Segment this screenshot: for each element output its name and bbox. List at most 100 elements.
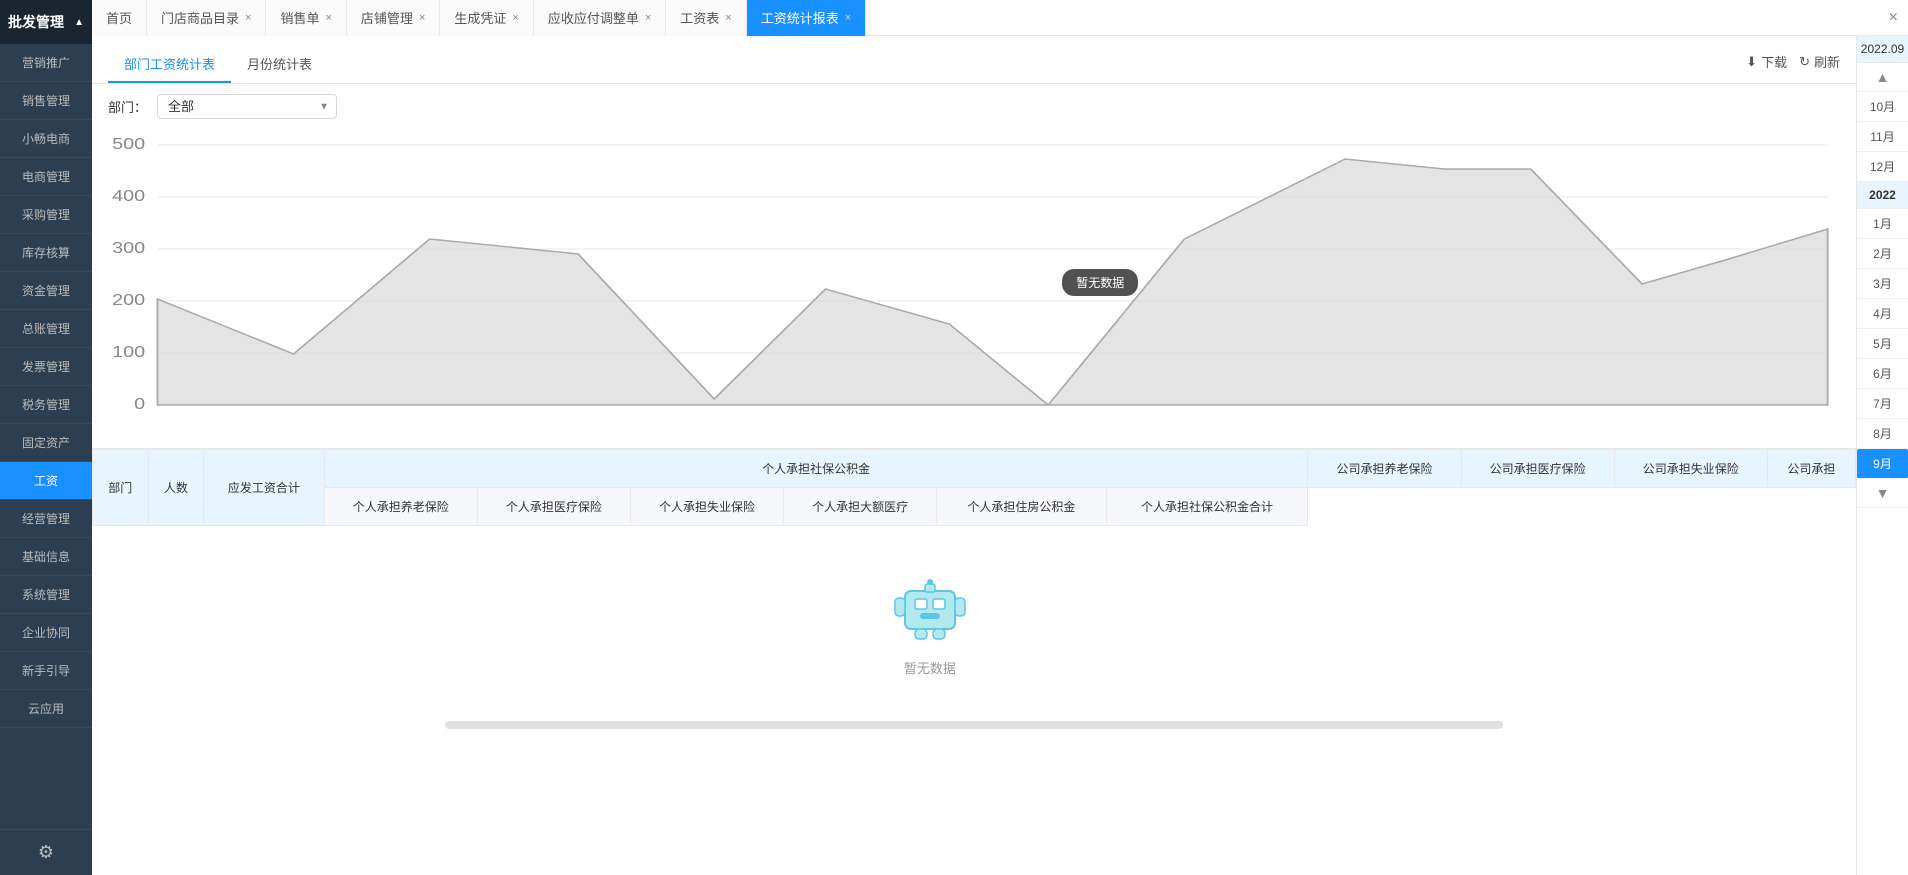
tab-生成凭证[interactable]: 生成凭证 × <box>440 0 533 36</box>
col-group-personal: 个人承担社保公积金 <box>324 450 1308 488</box>
date-month-jun[interactable]: 6月 <box>1857 359 1908 389</box>
table-empty-row: 暂无数据 <box>93 526 1856 718</box>
sidebar-item-新手引导[interactable]: 新手引导 <box>0 652 92 690</box>
date-month-dec[interactable]: 12月 <box>1857 152 1908 182</box>
col-company-more: 公司承担 <box>1767 450 1855 488</box>
sub-tab-部门工资统计表[interactable]: 部门工资统计表 <box>108 46 231 83</box>
download-button[interactable]: ⬇ 下载 <box>1746 52 1787 71</box>
download-icon: ⬇ <box>1746 54 1757 70</box>
tab-店铺管理[interactable]: 店铺管理 × <box>347 0 440 36</box>
col-personal-pension: 个人承担养老保险 <box>324 488 477 526</box>
col-company-unemployment: 公司承担失业保险 <box>1614 450 1767 488</box>
sidebar-item-库存核算[interactable]: 库存核算 <box>0 234 92 272</box>
date-month-jan[interactable]: 1月 <box>1857 209 1908 239</box>
tab-close-button[interactable]: × <box>512 12 518 24</box>
date-panel-header: 2022.09 <box>1857 36 1908 63</box>
chart-container: 500 400 300 200 100 0 <box>92 129 1856 448</box>
sidebar-item-云应用[interactable]: 云应用 <box>0 690 92 728</box>
date-scroll-up-button[interactable]: ▲ <box>1857 63 1908 92</box>
tab-close-button[interactable]: × <box>245 12 251 24</box>
date-month-nov[interactable]: 11月 <box>1857 122 1908 152</box>
refresh-button[interactable]: ↻ 刷新 <box>1799 52 1840 71</box>
tab-close-button[interactable]: × <box>325 12 331 24</box>
tab-close-button[interactable]: × <box>419 12 425 24</box>
sidebar-item-工资[interactable]: 工资 <box>0 462 92 500</box>
svg-text:400: 400 <box>112 187 145 205</box>
date-month-may[interactable]: 5月 <box>1857 329 1908 359</box>
date-month-feb[interactable]: 2月 <box>1857 239 1908 269</box>
tab-close-button[interactable]: × <box>645 12 651 24</box>
date-month-jul[interactable]: 7月 <box>1857 389 1908 419</box>
tab-首页[interactable]: 首页 <box>92 0 147 36</box>
date-month-aug[interactable]: 8月 <box>1857 419 1908 449</box>
col-company-medical: 公司承担医疗保险 <box>1461 450 1614 488</box>
sidebar-item-系统管理[interactable]: 系统管理 <box>0 576 92 614</box>
tab-close-button[interactable]: × <box>725 12 731 24</box>
sidebar-header[interactable]: 批发管理 ▲ <box>0 0 92 44</box>
date-month-oct[interactable]: 10月 <box>1857 92 1908 122</box>
svg-text:0: 0 <box>134 395 145 413</box>
date-panel: 2022.09 ▲ 10月 11月 12月 2022 1月 2月 3月 4月 5… <box>1856 36 1908 875</box>
sidebar-item-电商管理[interactable]: 电商管理 <box>0 158 92 196</box>
horizontal-scrollbar[interactable] <box>445 721 1503 729</box>
empty-state-cell: 暂无数据 <box>93 526 1768 718</box>
sidebar-item-营销推广[interactable]: 营销推广 <box>0 44 92 82</box>
sidebar-item-基础信息[interactable]: 基础信息 <box>0 538 92 576</box>
col-personal-total: 个人承担社保公积金合计 <box>1106 488 1308 526</box>
sidebar: 批发管理 ▲ 营销推广销售管理小畅电商电商管理采购管理库存核算资金管理总账管理发… <box>0 0 92 875</box>
department-select[interactable]: 全部 <box>157 94 337 119</box>
sidebar-title: 批发管理 <box>8 12 64 32</box>
content-area: 部门工资统计表月份统计表 ⬇ 下载 ↻ 刷新 部门： 全 <box>92 36 1908 875</box>
refresh-label: 刷新 <box>1814 52 1840 71</box>
col-personal-unemployment: 个人承担失业保险 <box>630 488 783 526</box>
date-scroll-down-button[interactable]: ▼ <box>1857 479 1908 508</box>
col-total-salary: 应发工资合计 <box>204 450 325 526</box>
department-filter-label: 部门： <box>108 97 147 116</box>
sidebar-item-固定资产[interactable]: 固定资产 <box>0 424 92 462</box>
table-sub-header-row: 个人承担养老保险 个人承担医疗保险 个人承担失业保险 个人承担大额医疗 个人承担… <box>93 488 1856 526</box>
data-table-container: 部门 人数 应发工资合计 个人承担社保公积金 公司承担养老保险 公司承担医疗保险… <box>92 448 1856 717</box>
tab-工资统计报表[interactable]: 工资统计报表 × <box>747 0 866 36</box>
date-year-2022[interactable]: 2022 <box>1857 182 1908 209</box>
refresh-icon: ↻ <box>1799 54 1810 70</box>
sidebar-item-经营管理[interactable]: 经营管理 <box>0 500 92 538</box>
empty-icon <box>890 566 970 646</box>
action-buttons: ⬇ 下载 ↻ 刷新 <box>1746 52 1840 77</box>
close-all-tabs-button[interactable]: × <box>1879 9 1908 27</box>
sidebar-item-税务管理[interactable]: 税务管理 <box>0 386 92 424</box>
page-content: 部门工资统计表月份统计表 ⬇ 下载 ↻ 刷新 部门： 全 <box>92 36 1856 875</box>
svg-text:500: 500 <box>112 135 145 153</box>
col-company-pension: 公司承担养老保险 <box>1308 450 1461 488</box>
tab-label: 生成凭证 <box>454 8 506 27</box>
svg-text:300: 300 <box>112 239 145 257</box>
sidebar-item-企业协同[interactable]: 企业协同 <box>0 614 92 652</box>
date-month-sep[interactable]: 9月 <box>1857 449 1908 479</box>
tab-close-button[interactable]: × <box>845 12 851 24</box>
sidebar-item-发票管理[interactable]: 发票管理 <box>0 348 92 386</box>
sidebar-settings-button[interactable]: ⚙ <box>0 829 92 875</box>
data-table: 部门 人数 应发工资合计 个人承担社保公积金 公司承担养老保险 公司承担医疗保险… <box>92 449 1856 717</box>
sidebar-item-资金管理[interactable]: 资金管理 <box>0 272 92 310</box>
tab-label: 工资统计报表 <box>761 8 839 27</box>
date-month-mar[interactable]: 3月 <box>1857 269 1908 299</box>
col-personal-housing-fund: 个人承担住房公积金 <box>937 488 1106 526</box>
tab-label: 应收应付调整单 <box>548 8 639 27</box>
tab-门店商品目录[interactable]: 门店商品目录× <box>147 0 266 36</box>
tab-应收应付调整单[interactable]: 应收应付调整单 × <box>534 0 666 36</box>
tab-label: 销售单 <box>280 8 319 27</box>
sidebar-item-采购管理[interactable]: 采购管理 <box>0 196 92 234</box>
tab-销售单[interactable]: 销售单 × <box>266 0 346 36</box>
sidebar-item-销售管理[interactable]: 销售管理 <box>0 82 92 120</box>
empty-text: 暂无数据 <box>904 658 956 677</box>
tab-label: 店铺管理 <box>361 8 413 27</box>
col-count: 人数 <box>148 450 204 526</box>
tab-label: 首页 <box>106 8 132 27</box>
department-select-wrapper[interactable]: 全部 <box>157 94 337 119</box>
tab-工资表[interactable]: 工资表× <box>666 0 746 36</box>
date-month-apr[interactable]: 4月 <box>1857 299 1908 329</box>
sidebar-item-小畅电商[interactable]: 小畅电商 <box>0 120 92 158</box>
sidebar-item-总账管理[interactable]: 总账管理 <box>0 310 92 348</box>
sub-tab-bar: 部门工资统计表月份统计表 ⬇ 下载 ↻ 刷新 <box>92 36 1856 84</box>
sub-tab-月份统计表[interactable]: 月份统计表 <box>231 46 328 83</box>
chart-svg: 500 400 300 200 100 0 <box>108 129 1840 429</box>
